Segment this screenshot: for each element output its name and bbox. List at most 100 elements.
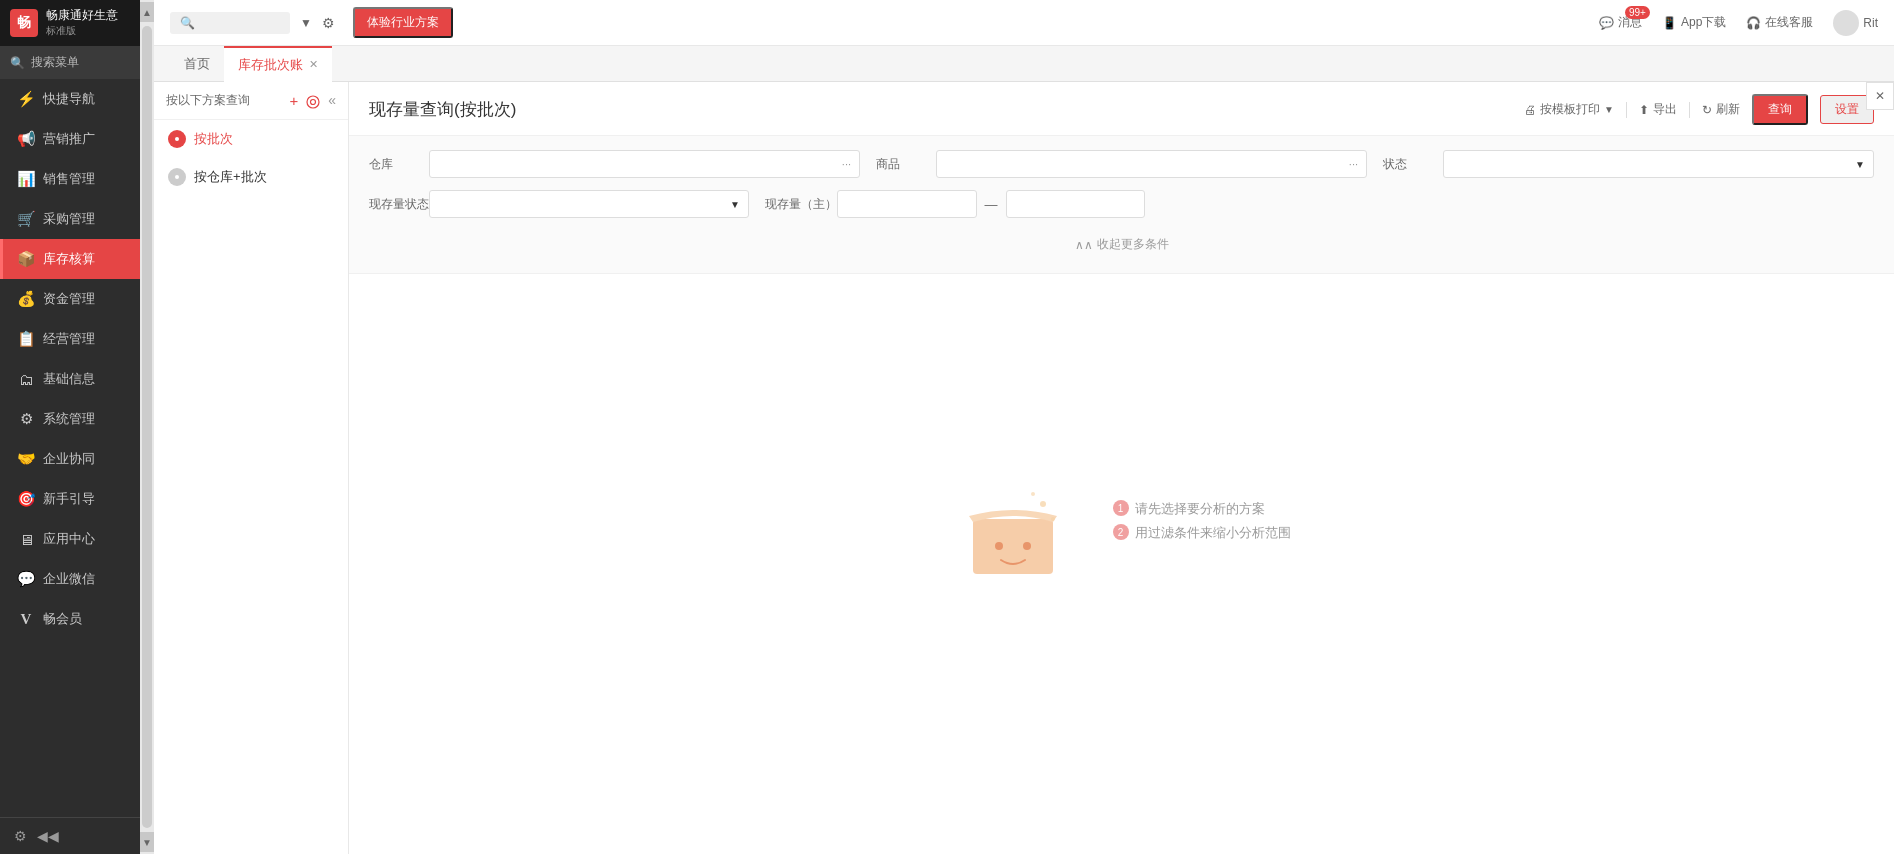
refresh-button[interactable]: ↻ 刷新 (1702, 101, 1740, 118)
sidebar-item-sales[interactable]: 📊 销售管理 (0, 159, 140, 199)
sales-icon: 📊 (17, 170, 35, 188)
product-input[interactable]: ··· (936, 150, 1367, 178)
sidebar-item-system[interactable]: ⚙ 系统管理 (0, 399, 140, 439)
stock-quantity-to[interactable] (1006, 190, 1146, 218)
sidebar-item-basics[interactable]: 🗂 基础信息 (0, 359, 140, 399)
filter-item-by-warehouse-batch[interactable]: 按仓库+批次 (154, 158, 348, 196)
content-area: 现存量查询(按批次) 🖨 按模板打印 ▼ ⬆ 导出 ↻ 刷 (349, 82, 1894, 854)
svg-point-10 (1051, 517, 1055, 521)
message-button[interactable]: 💬 消息 99+ (1599, 14, 1642, 31)
print-label: 按模板打印 (1540, 101, 1600, 118)
query-button[interactable]: 查询 (1752, 94, 1808, 125)
tab-home[interactable]: 首页 (170, 46, 224, 82)
filter-add-button[interactable]: + (289, 92, 298, 109)
experience-button[interactable]: 体验行业方案 (353, 7, 453, 38)
condition-row-1: 仓库 ··· 商品 ··· (369, 150, 1874, 178)
topbar-dropdown-icon[interactable]: ▼ (300, 16, 312, 30)
page-title: 现存量查询(按批次) (369, 98, 516, 121)
basics-icon: 🗂 (17, 371, 35, 388)
svg-point-3 (175, 137, 179, 141)
filter-item-by-batch[interactable]: 按批次 (154, 120, 348, 158)
system-icon: ⚙ (17, 410, 35, 428)
sidebar-search[interactable]: 🔍 搜索菜单 (0, 46, 140, 79)
sidebar-item-marketing[interactable]: 📢 营销推广 (0, 119, 140, 159)
scroll-down-arrow[interactable]: ▼ (140, 832, 154, 852)
inventory-icon: 📦 (17, 250, 35, 268)
svg-point-8 (1023, 542, 1031, 550)
svg-point-7 (995, 542, 1003, 550)
condition-status: 状态 ▼ (1383, 150, 1874, 178)
service-label: 在线客服 (1765, 14, 1813, 31)
main-area: 🔍 ▼ ⚙ 体验行业方案 💬 消息 99+ 📱 App下载 🎧 在线客服 Rit (154, 0, 1894, 854)
tab-inventory-batch[interactable]: 库存批次账 ✕ (224, 46, 332, 82)
sidebar-item-appstore[interactable]: 🖥 应用中心 (0, 519, 140, 559)
tab-close-icon[interactable]: ✕ (309, 58, 318, 71)
message-icon: 💬 (1599, 16, 1614, 30)
warehouse-label: 仓库 (369, 156, 429, 173)
sidebar-item-member[interactable]: V 畅会员 (0, 599, 140, 639)
print-icon: 🖨 (1524, 103, 1536, 117)
message-badge: 99+ (1625, 6, 1650, 19)
sidebar-item-finance[interactable]: 💰 资金管理 (0, 279, 140, 319)
app-download-button[interactable]: 📱 App下载 (1662, 14, 1726, 31)
filter-item-icon-inactive (168, 168, 186, 186)
sidebar-item-quick-nav[interactable]: ⚡ 快捷导航 (0, 79, 140, 119)
filter-collapse-button[interactable]: « (328, 92, 336, 109)
marketing-icon: 📢 (17, 130, 35, 148)
sidebar-item-purchase[interactable]: 🛒 采购管理 (0, 199, 140, 239)
sidebar-item-label: 企业协同 (43, 450, 95, 468)
stock-status-dropdown-icon: ▼ (730, 199, 740, 210)
settings-icon[interactable]: ⚙ (14, 828, 27, 844)
export-icon: ⬆ (1639, 103, 1649, 117)
print-button[interactable]: 🖨 按模板打印 ▼ (1524, 101, 1614, 118)
action-divider-2 (1689, 102, 1690, 118)
filter-item-label: 按批次 (194, 130, 233, 148)
print-dropdown-icon[interactable]: ▼ (1604, 104, 1614, 115)
sidebar-item-newcomer[interactable]: 🎯 新手引导 (0, 479, 140, 519)
user-menu-button[interactable]: Rit (1833, 10, 1878, 36)
status-select[interactable]: ▼ (1443, 150, 1874, 178)
collapse-conditions-button[interactable]: ∧∧ 收起更多条件 (369, 230, 1874, 259)
query-conditions: 仓库 ··· 商品 ··· (349, 136, 1894, 274)
sidebar-item-inventory[interactable]: 📦 库存核算 (0, 239, 140, 279)
topbar-gear-icon[interactable]: ⚙ (322, 15, 335, 31)
svg-point-9 (1040, 501, 1046, 507)
customer-service-button[interactable]: 🎧 在线客服 (1746, 14, 1813, 31)
sidebar-scrollbar[interactable]: ▲ ▼ (140, 0, 154, 854)
close-button[interactable]: ✕ (1866, 82, 1894, 110)
warehouse-input[interactable]: ··· (429, 150, 860, 178)
warehouse-more-icon[interactable]: ··· (842, 158, 851, 170)
topbar-search-box[interactable]: 🔍 (170, 12, 290, 34)
stock-status-label: 现存量状态 (369, 196, 429, 213)
sidebar-item-label: 企业微信 (43, 570, 95, 588)
sidebar-item-wechat[interactable]: 💬 企业微信 (0, 559, 140, 599)
empty-tip-1: 1 请先选择要分析的方案 (1113, 500, 1291, 518)
svg-rect-6 (973, 519, 1053, 574)
app-version: 标准版 (46, 24, 118, 38)
sidebar-item-label: 畅会员 (43, 610, 82, 628)
user-name: Rit (1863, 16, 1878, 30)
stock-status-select[interactable]: ▼ (429, 190, 749, 218)
condition-product: 商品 ··· (876, 150, 1367, 178)
product-label: 商品 (876, 156, 936, 173)
tip-num-2: 2 (1113, 524, 1129, 540)
collapse-icon: ∧∧ (1075, 238, 1093, 252)
sidebar-nav: ⚡ 快捷导航 📢 营销推广 📊 销售管理 🛒 采购管理 📦 库存核算 💰 资金管… (0, 79, 140, 817)
app-name: 畅康通好生意 (46, 8, 118, 24)
sidebar-item-enterprise[interactable]: 🤝 企业协同 (0, 439, 140, 479)
collapse-sidebar-icon[interactable]: ◀◀ (37, 828, 59, 844)
filter-item-label: 按仓库+批次 (194, 168, 267, 186)
scroll-up-arrow[interactable]: ▲ (140, 2, 154, 22)
sidebar-item-operations[interactable]: 📋 经营管理 (0, 319, 140, 359)
export-button[interactable]: ⬆ 导出 (1639, 101, 1677, 118)
stock-quantity-from[interactable] (837, 190, 977, 218)
right-panel-close: ✕ (1866, 82, 1894, 110)
filter-settings-button[interactable] (306, 92, 320, 109)
sidebar-header: 畅 畅康通好生意 标准版 (0, 0, 140, 46)
product-more-icon[interactable]: ··· (1349, 158, 1358, 170)
empty-illustration (953, 464, 1073, 584)
sidebar-item-label: 快捷导航 (43, 90, 95, 108)
refresh-label: 刷新 (1716, 101, 1740, 118)
action-divider (1626, 102, 1627, 118)
tab-inventory-batch-label: 库存批次账 (238, 56, 303, 74)
